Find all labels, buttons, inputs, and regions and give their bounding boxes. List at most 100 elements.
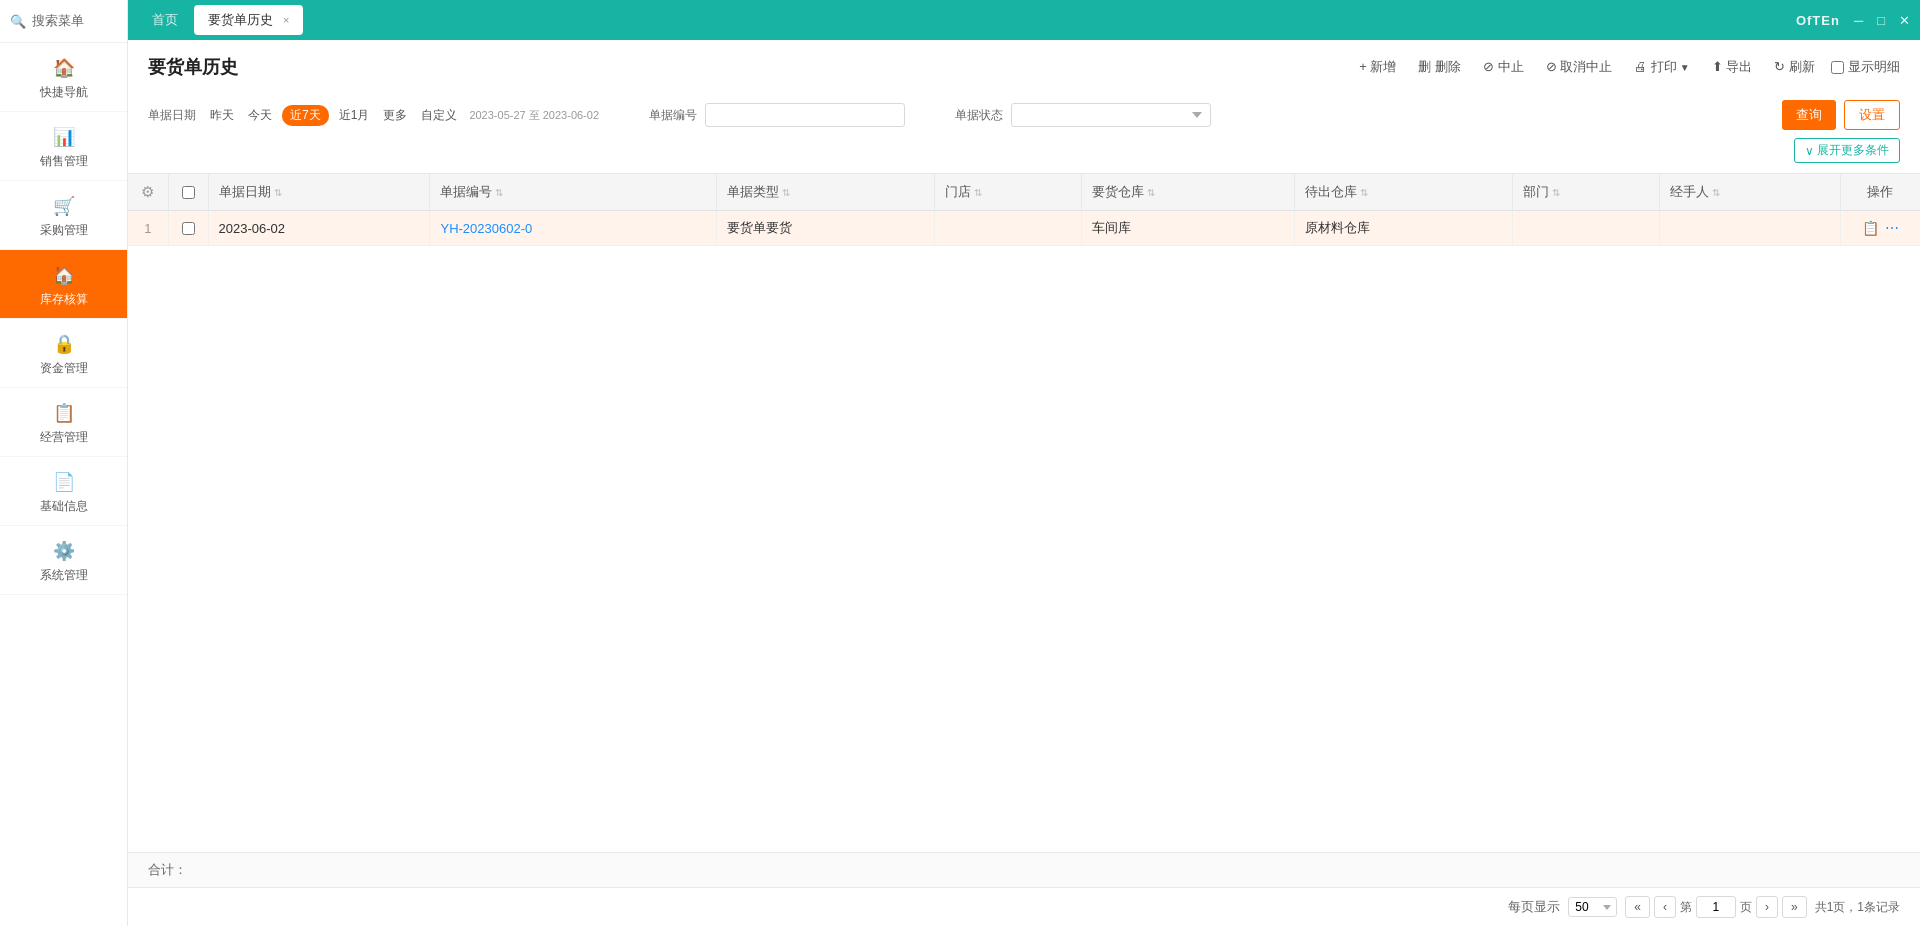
cancel-stop-button[interactable]: ⊘ 取消中止 xyxy=(1540,54,1619,80)
stop-button[interactable]: ⊘ 中止 xyxy=(1477,54,1530,80)
show-detail-label: 显示明细 xyxy=(1848,58,1900,76)
page-size-select[interactable]: 20 50 100 xyxy=(1568,897,1617,917)
col-header-handler-label: 经手人 xyxy=(1670,183,1709,201)
more-btn[interactable]: 更多 xyxy=(379,105,411,126)
row-doc-no-1[interactable]: YH-20230602-0 xyxy=(430,211,716,246)
today-btn[interactable]: 今天 xyxy=(244,105,276,126)
row-doc-date-value-1: 2023-06-02 xyxy=(219,221,286,236)
col-header-doc-no[interactable]: 单据编号 ⇅ xyxy=(430,174,716,211)
row-doc-no-link-1[interactable]: YH-20230602-0 xyxy=(440,221,532,236)
table-row[interactable]: 1 2023-06-02 YH-20230602-0 要货单要货 xyxy=(128,211,1920,246)
table-head: ⚙ 单据日期 ⇅ 单据编 xyxy=(128,174,1920,211)
col-header-doc-date[interactable]: 单据日期 ⇅ xyxy=(208,174,430,211)
doc-no-input[interactable] xyxy=(705,103,905,127)
page-title-row: 要货单历史 + 新增 删 删除 ⊘ 中止 ⊘ 取消中止 🖨 打印 ▼ ⬆ 导出 … xyxy=(148,54,1900,80)
col-header-doc-type[interactable]: 单据类型 ⇅ xyxy=(716,174,934,211)
yesterday-btn[interactable]: 昨天 xyxy=(206,105,238,126)
custom-btn[interactable]: 自定义 xyxy=(417,105,461,126)
next-page-button[interactable]: › xyxy=(1756,896,1778,918)
filter-row-1: 单据日期 昨天 今天 近7天 近1月 更多 自定义 2023-05-27 至 2… xyxy=(148,90,1900,138)
row-store-1 xyxy=(934,211,1081,246)
col-header-doc-type-label: 单据类型 xyxy=(727,183,779,201)
more-action-icon-1[interactable]: ⋯ xyxy=(1885,220,1899,236)
row-req-warehouse-value-1: 车间库 xyxy=(1092,220,1131,235)
select-all-checkbox[interactable] xyxy=(182,186,195,199)
column-settings-button[interactable]: ⚙ xyxy=(141,183,154,201)
top-bar-right: OfTEn ─ □ ✕ xyxy=(1796,13,1910,28)
col-header-pending-warehouse[interactable]: 待出仓库 ⇅ xyxy=(1295,174,1513,211)
print-label: 🖨 打印 xyxy=(1634,58,1677,76)
row-req-warehouse-1: 车间库 xyxy=(1081,211,1294,246)
refresh-button[interactable]: ↻ 刷新 xyxy=(1768,54,1821,80)
sidebar-item-label-operation: 经营管理 xyxy=(40,429,88,446)
new-button[interactable]: + 新增 xyxy=(1353,54,1402,80)
top-bar: 首页 要货单历史 × OfTEn ─ □ ✕ xyxy=(128,0,1920,40)
col-header-department-label: 部门 xyxy=(1523,183,1549,201)
doc-status-filter-group: 单据状态 xyxy=(955,103,1211,127)
footer-sum: 合计： xyxy=(128,852,1920,887)
last-page-button[interactable]: » xyxy=(1782,896,1807,918)
sidebar-search[interactable]: 🔍 搜索菜单 xyxy=(0,0,127,43)
tab-close-icon[interactable]: × xyxy=(283,14,289,26)
col-header-store[interactable]: 门店 ⇅ xyxy=(934,174,1081,211)
expand-filter-button[interactable]: ∨ 展开更多条件 xyxy=(1794,138,1900,163)
edit-icon-1[interactable]: 📋 xyxy=(1862,220,1879,236)
query-button[interactable]: 查询 xyxy=(1782,100,1836,130)
main-area: 首页 要货单历史 × OfTEn ─ □ ✕ 要货单历史 + 新增 删 删除 ⊘… xyxy=(128,0,1920,926)
pagination: 每页显示 20 50 100 « ‹ 第 页 › » 共1页，1条记录 xyxy=(128,887,1920,926)
sidebar-item-label-sales: 销售管理 xyxy=(40,153,88,170)
col-header-handler[interactable]: 经手人 ⇅ xyxy=(1660,174,1840,211)
col-header-req-warehouse-label: 要货仓库 xyxy=(1092,183,1144,201)
settings-button[interactable]: 设置 xyxy=(1844,100,1900,130)
recent1m-btn[interactable]: 近1月 xyxy=(335,105,374,126)
window-minimize-btn[interactable]: ─ xyxy=(1854,13,1863,28)
print-button[interactable]: 🖨 打印 ▼ xyxy=(1628,54,1696,80)
first-page-button[interactable]: « xyxy=(1625,896,1650,918)
tab-home[interactable]: 首页 xyxy=(138,5,192,35)
doc-no-label: 单据编号 xyxy=(649,107,697,124)
prev-page-button[interactable]: ‹ xyxy=(1654,896,1676,918)
doc-status-select[interactable] xyxy=(1011,103,1211,127)
window-close-btn[interactable]: ✕ xyxy=(1899,13,1910,28)
col-header-store-label: 门店 xyxy=(945,183,971,201)
row-no-1: 1 xyxy=(128,211,168,246)
sort-req-warehouse-icon: ⇅ xyxy=(1147,187,1155,198)
data-table: ⚙ 单据日期 ⇅ 单据编 xyxy=(128,174,1920,246)
sales-icon: 📊 xyxy=(53,126,75,148)
date-range-display: 2023-05-27 至 2023-06-02 xyxy=(469,108,599,123)
row-select-checkbox-1[interactable] xyxy=(182,222,195,235)
recent7-btn[interactable]: 近7天 xyxy=(282,105,329,126)
row-pending-warehouse-1: 原材料仓库 xyxy=(1295,211,1513,246)
table-header-row: ⚙ 单据日期 ⇅ 单据编 xyxy=(128,174,1920,211)
col-header-req-warehouse[interactable]: 要货仓库 ⇅ xyxy=(1081,174,1294,211)
finance-icon: 🔒 xyxy=(53,333,75,355)
date-filter-group: 昨天 今天 近7天 近1月 更多 自定义 2023-05-27 至 2023-0… xyxy=(206,105,599,126)
doc-status-label: 单据状态 xyxy=(955,107,1003,124)
current-page-input[interactable] xyxy=(1696,896,1736,918)
export-button[interactable]: ⬆ 导出 xyxy=(1706,54,1759,80)
sidebar-item-sales[interactable]: 📊 销售管理 xyxy=(0,112,127,181)
row-department-1 xyxy=(1513,211,1660,246)
delete-button[interactable]: 删 删除 xyxy=(1412,54,1467,80)
tab-yaohuodan[interactable]: 要货单历史 × xyxy=(194,5,303,35)
sort-doc-no-icon: ⇅ xyxy=(495,187,503,198)
window-maximize-btn[interactable]: □ xyxy=(1877,13,1885,28)
col-header-pending-warehouse-label: 待出仓库 xyxy=(1305,183,1357,201)
action-btns-1: 📋 ⋯ xyxy=(1851,220,1911,236)
sort-handler-icon: ⇅ xyxy=(1712,187,1720,198)
sidebar-item-system[interactable]: ⚙️ 系统管理 xyxy=(0,526,127,595)
row-checkbox-1[interactable] xyxy=(168,211,208,246)
doc-date-label: 单据日期 xyxy=(148,107,196,124)
sidebar-item-finance[interactable]: 🔒 资金管理 xyxy=(0,319,127,388)
sidebar-item-quick-nav[interactable]: 🏠 快捷导航 xyxy=(0,43,127,112)
row-doc-date-1: 2023-06-02 xyxy=(208,211,430,246)
show-detail-checkbox[interactable] xyxy=(1831,61,1844,74)
sidebar-item-inventory[interactable]: 🏠 库存核算 xyxy=(0,250,127,319)
show-detail-toggle[interactable]: 显示明细 xyxy=(1831,58,1900,76)
sidebar-item-purchase[interactable]: 🛒 采购管理 xyxy=(0,181,127,250)
sidebar-item-operation[interactable]: 📋 经营管理 xyxy=(0,388,127,457)
row-doc-type-value-1: 要货单要货 xyxy=(727,220,792,235)
col-header-department[interactable]: 部门 ⇅ xyxy=(1513,174,1660,211)
page-label-before: 第 xyxy=(1680,899,1692,916)
sidebar-item-basic[interactable]: 📄 基础信息 xyxy=(0,457,127,526)
